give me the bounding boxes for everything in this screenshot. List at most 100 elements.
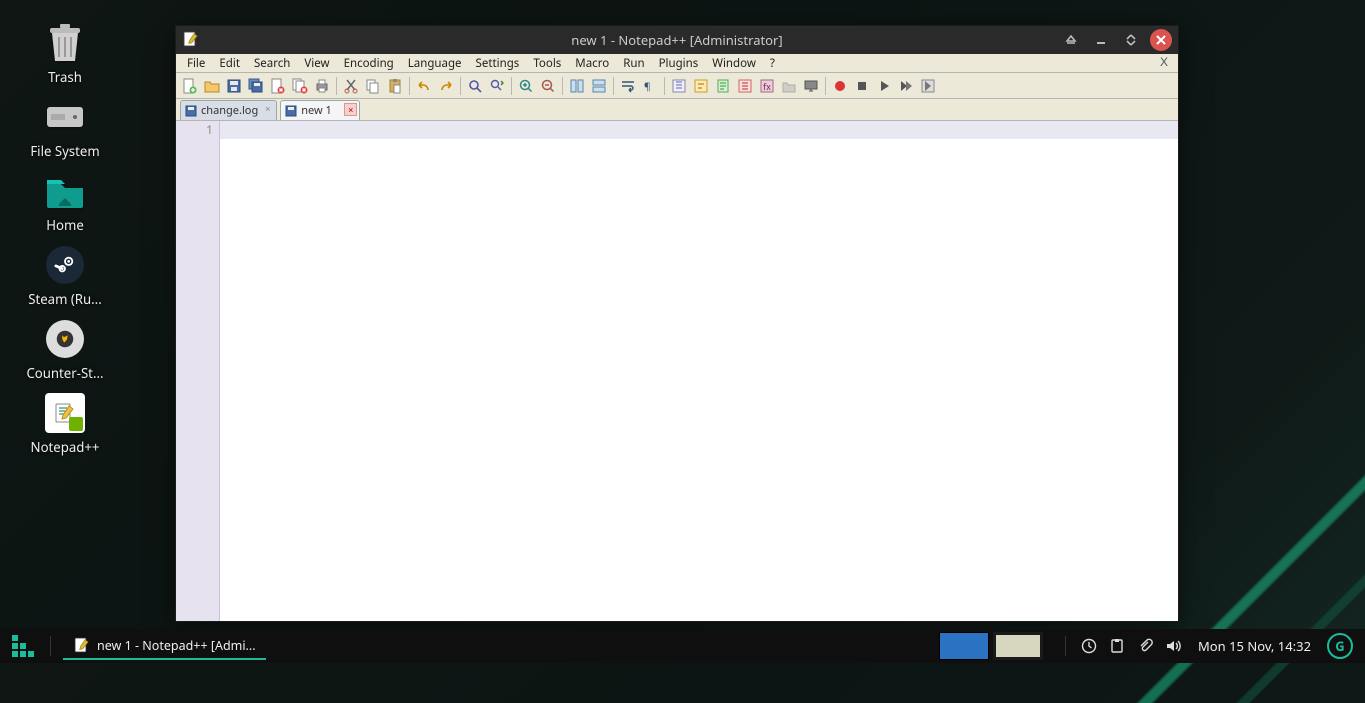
svg-text:¶: ¶ <box>644 79 651 93</box>
menu-run[interactable]: Run <box>616 55 651 72</box>
save-state-icon <box>285 105 297 117</box>
wrap-icon[interactable] <box>618 76 638 96</box>
tab-label: change.log <box>201 103 258 118</box>
play-multi-icon[interactable] <box>896 76 916 96</box>
tab-close-icon[interactable]: × <box>344 103 357 116</box>
undo-icon[interactable] <box>414 76 434 96</box>
redo-icon[interactable] <box>436 76 456 96</box>
play-macro-icon[interactable] <box>874 76 894 96</box>
clipboard-icon[interactable] <box>1108 637 1126 655</box>
desktop-label: File System <box>10 142 120 160</box>
open-file-icon[interactable] <box>202 76 222 96</box>
menu-bar: File Edit Search View Encoding Language … <box>176 54 1178 73</box>
folder-workspace-icon[interactable] <box>779 76 799 96</box>
tab-close-icon[interactable]: × <box>261 103 274 116</box>
copy-icon[interactable] <box>363 76 383 96</box>
maximize-button[interactable] <box>1120 29 1142 51</box>
tab-change-log[interactable]: change.log × <box>180 100 277 120</box>
menu-encoding[interactable]: Encoding <box>337 55 401 72</box>
desktop-label: Notepad++ <box>10 438 120 456</box>
desktop-label: Trash <box>10 68 120 86</box>
editor-area: 1 <box>176 121 1178 621</box>
monitor-icon[interactable] <box>801 76 821 96</box>
menu-macro[interactable]: Macro <box>568 55 616 72</box>
close-all-icon[interactable] <box>290 76 310 96</box>
start-menu-button[interactable] <box>6 633 40 659</box>
new-file-icon[interactable] <box>180 76 200 96</box>
indent-guide-icon[interactable] <box>669 76 689 96</box>
menu-edit[interactable]: Edit <box>212 55 247 72</box>
window-title: new 1 - Notepad++ [Administrator] <box>571 31 782 49</box>
desktop-icon-filesystem[interactable]: File System <box>10 96 120 160</box>
doc-map-icon[interactable] <box>713 76 733 96</box>
menu-plugins[interactable]: Plugins <box>652 55 706 72</box>
cs-icon <box>44 318 86 360</box>
udl-icon[interactable] <box>691 76 711 96</box>
taskbar-app-notepadpp[interactable]: new 1 - Notepad++ [Admi... <box>63 632 266 660</box>
window-buttons <box>1060 29 1172 51</box>
attachment-icon[interactable] <box>1136 637 1154 655</box>
save-state-icon <box>185 105 197 117</box>
taskbar: new 1 - Notepad++ [Admi... Mon 15 Nov, 1… <box>0 629 1365 663</box>
zoom-in-icon[interactable] <box>516 76 536 96</box>
clock[interactable]: Mon 15 Nov, 14:32 <box>1192 637 1317 655</box>
menu-tools[interactable]: Tools <box>526 55 568 72</box>
taskbar-app-label: new 1 - Notepad++ [Admi... <box>97 637 256 654</box>
menu-view[interactable]: View <box>297 55 336 72</box>
find-icon[interactable] <box>465 76 485 96</box>
desktop-icon-notepadpp[interactable]: Notepad++ <box>10 392 120 456</box>
desktop-icon-home[interactable]: Home <box>10 170 120 234</box>
close-file-icon[interactable] <box>268 76 288 96</box>
sync-h-icon[interactable] <box>589 76 609 96</box>
folder-home-icon <box>44 170 86 212</box>
record-macro-icon[interactable] <box>830 76 850 96</box>
line-number-gutter: 1 <box>176 121 220 621</box>
update-icon[interactable] <box>1080 637 1098 655</box>
tab-label: new 1 <box>301 103 332 118</box>
volume-icon[interactable] <box>1164 637 1182 655</box>
desktop-icon-cs[interactable]: Counter-St... <box>10 318 120 382</box>
workspace-2[interactable] <box>993 632 1043 660</box>
desktop-icon-trash[interactable]: Trash <box>10 22 120 86</box>
save-all-icon[interactable] <box>246 76 266 96</box>
minimize-button[interactable] <box>1090 29 1112 51</box>
print-icon[interactable] <box>312 76 332 96</box>
toolbar: ¶ fx <box>176 73 1178 99</box>
stop-macro-icon[interactable] <box>852 76 872 96</box>
func-list-icon[interactable]: fx <box>757 76 777 96</box>
line-number: 1 <box>182 121 213 139</box>
window-titlebar[interactable]: new 1 - Notepad++ [Administrator] <box>176 26 1178 54</box>
menu-window[interactable]: Window <box>705 55 763 72</box>
workspace-1[interactable] <box>939 632 989 660</box>
menu-language[interactable]: Language <box>401 55 469 72</box>
system-tray: Mon 15 Nov, 14:32 G <box>939 632 1359 660</box>
save-icon[interactable] <box>224 76 244 96</box>
desktop-label: Counter-St... <box>10 364 120 382</box>
notepadpp-window: new 1 - Notepad++ [Administrator] File E… <box>175 25 1179 622</box>
desktop-icon-steam[interactable]: Steam (Ru... <box>10 244 120 308</box>
menu-search[interactable]: Search <box>247 55 297 72</box>
sync-v-icon[interactable] <box>567 76 587 96</box>
desktop-label: Home <box>10 216 120 234</box>
svg-text:fx: fx <box>763 80 771 93</box>
desktop-icons: Trash File System Home Steam (Ru... Coun… <box>0 12 130 464</box>
notepadpp-icon <box>73 636 91 654</box>
close-button[interactable] <box>1150 29 1172 51</box>
menu-help[interactable]: ? <box>763 55 782 72</box>
save-macro-icon[interactable] <box>918 76 938 96</box>
paste-icon[interactable] <box>385 76 405 96</box>
tab-new-1[interactable]: new 1 × <box>280 100 360 120</box>
drive-icon <box>44 96 86 138</box>
keep-above-button[interactable] <box>1060 29 1082 51</box>
text-area[interactable] <box>220 121 1178 621</box>
menu-file[interactable]: File <box>180 55 212 72</box>
replace-icon[interactable] <box>487 76 507 96</box>
zoom-out-icon[interactable] <box>538 76 558 96</box>
cut-icon[interactable] <box>341 76 361 96</box>
menu-settings[interactable]: Settings <box>469 55 527 72</box>
show-all-icon[interactable]: ¶ <box>640 76 660 96</box>
doc-list-icon[interactable] <box>735 76 755 96</box>
grammarly-button[interactable]: G <box>1327 633 1353 659</box>
mdi-close-icon[interactable]: X <box>1156 55 1172 69</box>
desktop-label: Steam (Ru... <box>10 290 120 308</box>
